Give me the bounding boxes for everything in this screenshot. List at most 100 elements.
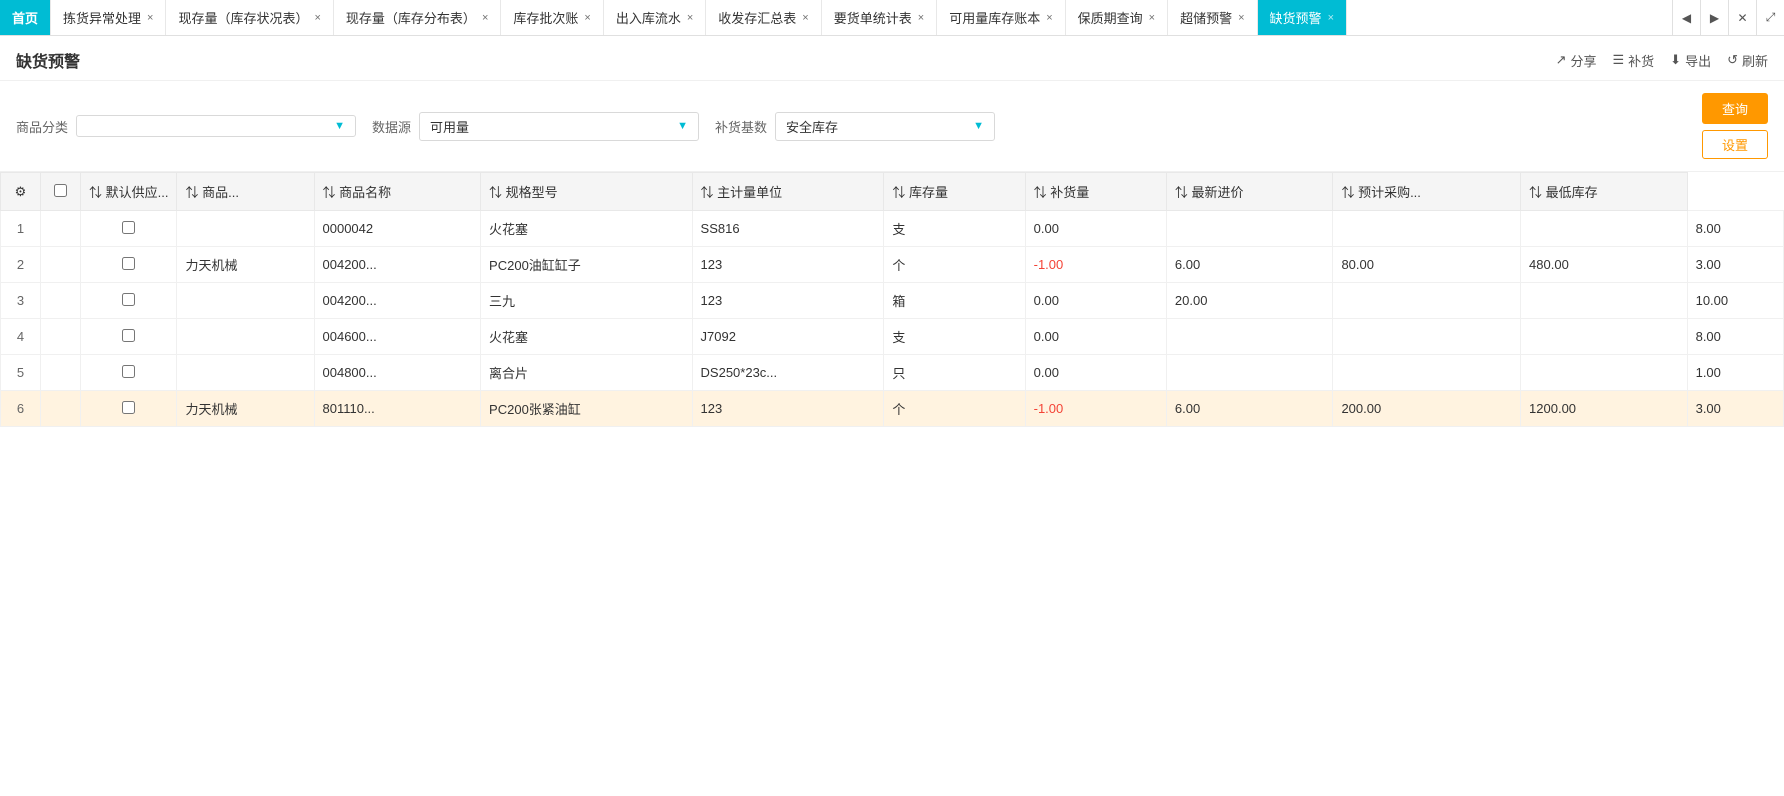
tab-shortage-close[interactable]: × — [1328, 12, 1334, 24]
col-estimated-header[interactable]: ⇅ 预计采购... — [1333, 173, 1521, 211]
col-spec-header[interactable]: ⇅ 规格型号 — [481, 173, 692, 211]
tab-stock2-close[interactable]: × — [482, 12, 488, 24]
tab-picking-close[interactable]: × — [147, 12, 153, 24]
row-checkbox-cell-5[interactable] — [81, 391, 177, 427]
row-supplier-0 — [177, 211, 314, 247]
col-replenish-header[interactable]: ⇅ 补货量 — [1025, 173, 1166, 211]
row-stock-3: 0.00 — [1025, 319, 1166, 355]
tab-available-label: 可用量库存账本 — [949, 8, 1040, 27]
row-spec-1: 123 — [692, 247, 884, 283]
tab-home[interactable]: 首页 — [0, 0, 51, 36]
tab-batch-close[interactable]: × — [584, 12, 590, 24]
row-replenish-1: 6.00 — [1166, 247, 1333, 283]
col-price-header[interactable]: ⇅ 最新进价 — [1166, 173, 1333, 211]
row-checkbox-cell-4[interactable] — [81, 355, 177, 391]
tab-expiry-close[interactable]: × — [1149, 12, 1155, 24]
tab-demand-close[interactable]: × — [918, 12, 924, 24]
row-estimated-4 — [1521, 355, 1688, 391]
base-select[interactable]: 安全库存 ▼ — [775, 112, 995, 141]
nav-close-btn[interactable]: ✕ — [1728, 0, 1756, 36]
row-replenish-3 — [1166, 319, 1333, 355]
tab-flow-close[interactable]: × — [687, 12, 693, 24]
refresh-icon: ↺ — [1727, 52, 1738, 68]
row-checkbox-3[interactable] — [122, 329, 135, 342]
datasource-label: 数据源 — [372, 117, 411, 136]
query-button[interactable]: 查询 — [1702, 93, 1768, 124]
refresh-action[interactable]: ↺ 刷新 — [1727, 51, 1768, 70]
col-name-header[interactable]: ⇅ 商品名称 — [314, 173, 481, 211]
table-row: 3 004200... 三九 123 箱 0.00 20.00 10.00 — [1, 283, 1784, 319]
row-name-3: 火花塞 — [481, 319, 692, 355]
tab-overstock-close[interactable]: × — [1238, 12, 1244, 24]
row-price-2 — [1333, 283, 1521, 319]
col-checkbox-header[interactable] — [41, 173, 81, 211]
datasource-select[interactable]: 可用量 ▼ — [419, 112, 699, 141]
tab-available-close[interactable]: × — [1046, 12, 1052, 24]
base-value: 安全库存 — [786, 117, 838, 136]
row-estimated-3 — [1521, 319, 1688, 355]
row-checkbox-cell-3[interactable] — [81, 319, 177, 355]
row-estimated-0 — [1521, 211, 1688, 247]
tab-summary[interactable]: 收发存汇总表 × — [706, 0, 821, 36]
tab-overstock[interactable]: 超储预警 × — [1168, 0, 1257, 36]
row-checkbox-cell-1[interactable] — [81, 247, 177, 283]
row-supplier-3 — [177, 319, 314, 355]
minstock-sort-icon: ⇅ — [1529, 185, 1542, 200]
row-unit-1: 个 — [884, 247, 1025, 283]
tab-batch[interactable]: 库存批次账 × — [501, 0, 603, 36]
nav-expand-btn[interactable]: ⤢ — [1756, 0, 1784, 36]
supplier-sort-icon: ⇅ — [89, 185, 102, 200]
tab-shortage[interactable]: 缺货预警 × — [1258, 0, 1347, 36]
tab-batch-label: 库存批次账 — [513, 8, 578, 27]
filter-area: 商品分类 ▼ 数据源 可用量 ▼ 补货基数 安全库存 ▼ 查询 设置 — [0, 81, 1784, 172]
row-checkbox-2[interactable] — [122, 293, 135, 306]
table-row: 1 0000042 火花塞 SS816 支 0.00 8.00 — [1, 211, 1784, 247]
row-settings-3 — [41, 319, 81, 355]
row-minstock-1: 3.00 — [1687, 247, 1783, 283]
row-checkbox-0[interactable] — [122, 221, 135, 234]
row-supplier-2 — [177, 283, 314, 319]
table-row: 4 004600... 火花塞 J7092 支 0.00 8.00 — [1, 319, 1784, 355]
tab-overstock-label: 超储预警 — [1180, 8, 1232, 27]
row-supplier-4 — [177, 355, 314, 391]
tab-expiry[interactable]: 保质期查询 × — [1066, 0, 1168, 36]
category-label: 商品分类 — [16, 117, 68, 136]
tab-flow[interactable]: 出入库流水 × — [604, 0, 706, 36]
tab-demand[interactable]: 要货单统计表 × — [822, 0, 937, 36]
tab-available[interactable]: 可用量库存账本 × — [937, 0, 1065, 36]
category-select[interactable]: ▼ — [76, 115, 356, 137]
col-code-header[interactable]: ⇅ 商品... — [177, 173, 314, 211]
row-index-1: 2 — [1, 247, 41, 283]
row-stock-4: 0.00 — [1025, 355, 1166, 391]
share-action[interactable]: ↗ 分享 — [1556, 51, 1597, 70]
row-spec-2: 123 — [692, 283, 884, 319]
replenish-action[interactable]: ☰ 补货 — [1612, 51, 1654, 70]
row-checkbox-5[interactable] — [122, 401, 135, 414]
col-unit-header[interactable]: ⇅ 主计量单位 — [692, 173, 884, 211]
tab-stock2[interactable]: 现存量（库存分布表） × — [334, 0, 501, 36]
nav-next-btn[interactable]: ▶ — [1700, 0, 1728, 36]
row-stock-5: -1.00 — [1025, 391, 1166, 427]
row-checkbox-1[interactable] — [122, 257, 135, 270]
tab-summary-close[interactable]: × — [802, 12, 808, 24]
col-supplier-header[interactable]: ⇅ 默认供应... — [81, 173, 177, 211]
export-action[interactable]: ⬇ 导出 — [1670, 51, 1711, 70]
select-all-checkbox[interactable] — [54, 184, 67, 197]
row-checkbox-4[interactable] — [122, 365, 135, 378]
row-code-0: 0000042 — [314, 211, 481, 247]
tab-stock1-close[interactable]: × — [314, 12, 320, 24]
settings-button[interactable]: 设置 — [1702, 130, 1768, 159]
row-settings-2 — [41, 283, 81, 319]
nav-prev-btn[interactable]: ◀ — [1672, 0, 1700, 36]
col-minstock-header[interactable]: ⇅ 最低库存 — [1521, 173, 1688, 211]
row-checkbox-cell-2[interactable] — [81, 283, 177, 319]
tab-picking[interactable]: 拣货异常处理 × — [51, 0, 166, 36]
col-stock-header[interactable]: ⇅ 库存量 — [884, 173, 1025, 211]
row-checkbox-cell-0[interactable] — [81, 211, 177, 247]
col-settings[interactable]: ⚙ — [1, 173, 41, 211]
tab-stock2-label: 现存量（库存分布表） — [346, 8, 476, 27]
tab-expiry-label: 保质期查询 — [1078, 8, 1143, 27]
row-replenish-4 — [1166, 355, 1333, 391]
tab-stock1[interactable]: 现存量（库存状况表） × — [166, 0, 333, 36]
row-unit-4: 只 — [884, 355, 1025, 391]
